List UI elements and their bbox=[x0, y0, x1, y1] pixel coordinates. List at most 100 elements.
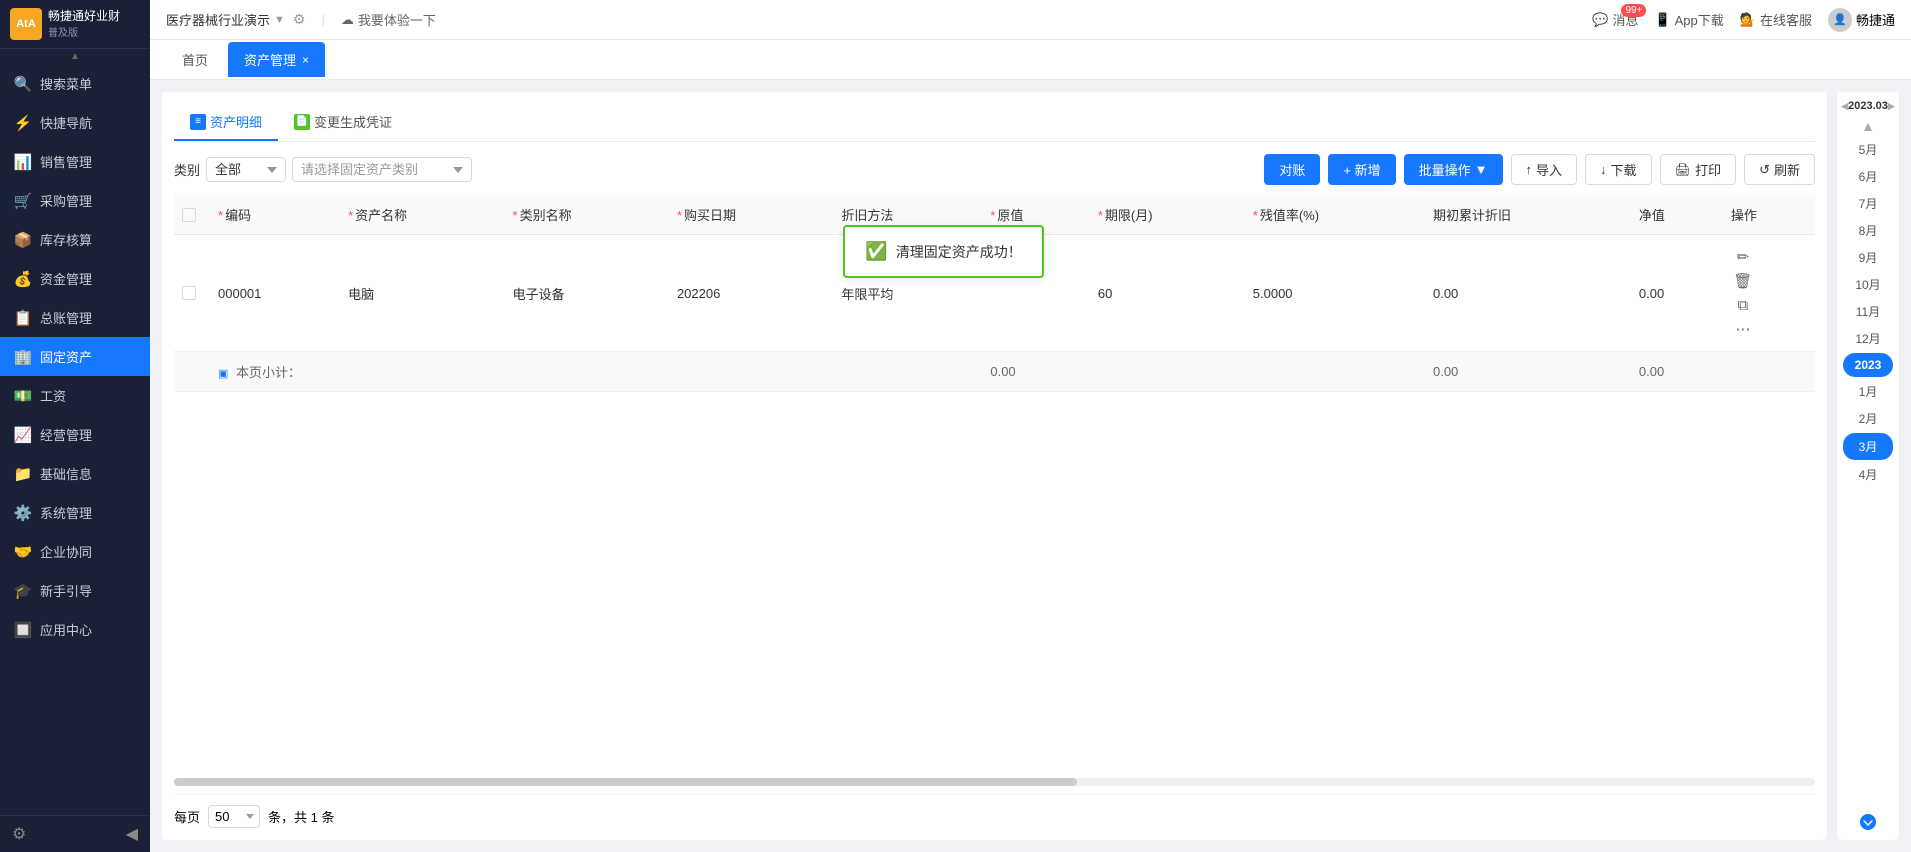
sidebar-item-finance[interactable]: 💰 资金管理 bbox=[0, 259, 150, 298]
sidebar: AtA 畅捷通好业财 普及版 ▲ 🔍 搜索菜单 ⚡ 快捷导航 📊 销售管理 🛒 … bbox=[0, 0, 150, 852]
sidebar-item-salary[interactable]: 💵 工资 bbox=[0, 376, 150, 415]
th-checkbox bbox=[174, 195, 210, 235]
td-residual-rate: 5.0000 bbox=[1245, 235, 1425, 352]
import-button[interactable]: ↑ 导入 bbox=[1511, 154, 1578, 185]
sidebar-scroll-up[interactable]: ▲ bbox=[0, 49, 150, 64]
sidebar-item-ledger[interactable]: 📋 总账管理 bbox=[0, 298, 150, 337]
timeline-item-12[interactable]: 12月 bbox=[1837, 325, 1899, 352]
timeline-scroll-up[interactable]: ▲ bbox=[1859, 116, 1877, 136]
row-checkbox[interactable] bbox=[182, 286, 196, 300]
th-initial-accumulated: 期初累计折旧 bbox=[1425, 195, 1631, 235]
sidebar-item-basic-info[interactable]: 📁 基础信息 bbox=[0, 454, 150, 493]
td-code: 000001 bbox=[210, 235, 340, 352]
new-button[interactable]: + 新增 bbox=[1328, 154, 1395, 185]
reconcile-button[interactable]: 对账 bbox=[1264, 154, 1320, 185]
sub-tabs: ≡ 资产明细 📄 变更生成凭证 bbox=[174, 104, 1815, 142]
batch-button[interactable]: 批量操作 ▼ bbox=[1404, 154, 1503, 185]
timeline-item-7[interactable]: 7月 bbox=[1837, 190, 1899, 217]
horizontal-scrollbar-area bbox=[174, 770, 1815, 794]
topbar: 医疗器械行业演示 ▼ ⚙ | ☁ 我要体验一下 💬 消息 99+ 📱 App下载… bbox=[150, 0, 1911, 40]
refresh-button[interactable]: ↺ 刷新 bbox=[1744, 154, 1815, 185]
sidebar-item-collab[interactable]: 🤝 企业协同 bbox=[0, 532, 150, 571]
timeline-item-year[interactable]: 2023 bbox=[1843, 353, 1893, 377]
timeline-item-9[interactable]: 9月 bbox=[1837, 244, 1899, 271]
filter-group: 类别 全部 请选择固定资产类别 bbox=[174, 157, 472, 182]
online-service-btn[interactable]: 💁 在线客服 bbox=[1740, 10, 1812, 29]
user-avatar: 👤 bbox=[1828, 8, 1852, 32]
more-icon[interactable]: ⋯ bbox=[1731, 317, 1755, 341]
service-icon: 💁 bbox=[1740, 12, 1756, 28]
tab-close-icon[interactable]: × bbox=[302, 53, 309, 67]
timeline-panel: ◀ 2023.03 ▶ ▲ 5月 6月 7月 8月 9月 10月 11月 12月… bbox=[1837, 92, 1899, 840]
td-net-value: 0.00 bbox=[1631, 235, 1723, 352]
sidebar-item-operations[interactable]: 📈 经营管理 bbox=[0, 415, 150, 454]
select-all-checkbox[interactable] bbox=[182, 208, 196, 222]
asset-category-select[interactable]: 请选择固定资产类别 bbox=[292, 157, 472, 182]
td-purchase-date: 202206 bbox=[669, 235, 833, 352]
category-filter-select[interactable]: 全部 bbox=[206, 157, 286, 182]
guide-icon: 🎓 bbox=[14, 582, 32, 600]
timeline-expand-icon[interactable]: ▶ bbox=[1888, 101, 1895, 112]
sub-tab-asset-detail[interactable]: ≡ 资产明细 bbox=[174, 104, 278, 141]
sidebar-item-inventory[interactable]: 📦 库存核算 bbox=[0, 220, 150, 259]
sidebar-item-system[interactable]: ⚙️ 系统管理 bbox=[0, 493, 150, 532]
sidebar-item-purchase[interactable]: 🛒 采购管理 bbox=[0, 181, 150, 220]
timeline-item-11[interactable]: 11月 bbox=[1837, 298, 1899, 325]
success-toast-message: 清理固定资产成功！ bbox=[896, 242, 1022, 262]
message-btn[interactable]: 💬 消息 99+ bbox=[1592, 10, 1638, 29]
sidebar-item-app-center[interactable]: 🔲 应用中心 bbox=[0, 610, 150, 649]
sidebar-item-guide[interactable]: 🎓 新手引导 bbox=[0, 571, 150, 610]
sales-icon: 📊 bbox=[14, 153, 32, 171]
timeline-item-10[interactable]: 10月 bbox=[1837, 271, 1899, 298]
timeline-item-5[interactable]: 5月 bbox=[1837, 136, 1899, 163]
sidebar-item-sales[interactable]: 📊 销售管理 bbox=[0, 142, 150, 181]
experience-btn[interactable]: ☁ 我要体验一下 bbox=[341, 10, 436, 29]
edit-icon[interactable]: ✏ bbox=[1731, 245, 1755, 269]
toolbar-right: 对账 + 新增 批量操作 ▼ ↑ 导入 ↓ 下载 bbox=[1264, 154, 1815, 185]
download-button[interactable]: ↓ 下载 bbox=[1585, 154, 1652, 185]
sidebar-item-search[interactable]: 🔍 搜索菜单 bbox=[0, 64, 150, 103]
timeline-collapse-icon[interactable]: ◀ bbox=[1841, 101, 1848, 112]
sidebar-item-fixed-assets[interactable]: 🏢 固定资产 bbox=[0, 337, 150, 376]
print-button[interactable]: 🖨 打印 bbox=[1660, 154, 1737, 185]
settings-gear-icon[interactable]: ⚙ bbox=[293, 11, 306, 28]
voucher-icon: 📄 bbox=[294, 114, 310, 130]
timeline-header: ◀ 2023.03 ▶ bbox=[1837, 96, 1899, 116]
import-icon: ↑ bbox=[1526, 162, 1533, 177]
timeline-item-6[interactable]: 6月 bbox=[1837, 163, 1899, 190]
delete-icon[interactable]: 🗑 bbox=[1731, 269, 1755, 293]
sidebar-item-quick-nav[interactable]: ⚡ 快捷导航 bbox=[0, 103, 150, 142]
timeline-item-8[interactable]: 8月 bbox=[1837, 217, 1899, 244]
company-selector[interactable]: 医疗器械行业演示 ▼ ⚙ bbox=[166, 10, 305, 29]
fixed-assets-icon: 🏢 bbox=[14, 348, 32, 366]
message-icon: 💬 bbox=[1592, 12, 1608, 28]
sub-tab-voucher[interactable]: 📄 变更生成凭证 bbox=[278, 104, 408, 141]
timeline-item-4[interactable]: 4月 bbox=[1837, 461, 1899, 488]
timeline-item-current-3[interactable]: 3月 bbox=[1843, 433, 1893, 460]
collapse-icon[interactable]: ◀ bbox=[126, 824, 138, 844]
tab-home[interactable]: 首页 bbox=[166, 42, 224, 77]
per-page-label: 每页 bbox=[174, 807, 200, 826]
sidebar-nav: 🔍 搜索菜单 ⚡ 快捷导航 📊 销售管理 🛒 采购管理 📦 库存核算 💰 资金管… bbox=[0, 64, 150, 815]
inventory-icon: 📦 bbox=[14, 231, 32, 249]
th-net-value: 净值 bbox=[1631, 195, 1723, 235]
asset-table-wrapper: *编码 *资产名称 *类别名称 *购买日期 折旧方法 *原值 *期限(月) *残… bbox=[174, 195, 1815, 770]
success-toast: ✅ 清理固定资产成功！ bbox=[843, 225, 1043, 278]
batch-dropdown-icon: ▼ bbox=[1475, 162, 1488, 177]
pagination: 每页 50 100 条，共 1 条 bbox=[174, 794, 1815, 828]
timeline-item-1[interactable]: 1月 bbox=[1837, 378, 1899, 405]
tabbar: 首页 资产管理 × bbox=[150, 40, 1911, 80]
topbar-right: 💬 消息 99+ 📱 App下载 💁 在线客服 👤 畅捷通 bbox=[1592, 8, 1895, 32]
app-download-btn[interactable]: 📱 App下载 bbox=[1654, 10, 1723, 29]
timeline-down-arrow-icon bbox=[1859, 813, 1877, 831]
subtotal-row: ▣ 本页小计： 0.00 0.00 0.00 bbox=[174, 352, 1815, 392]
td-action: ✏ 🗑 ⧉ ⋯ bbox=[1723, 235, 1815, 352]
tab-asset-management[interactable]: 资产管理 × bbox=[228, 42, 325, 77]
per-page-select[interactable]: 50 100 bbox=[208, 805, 260, 828]
settings-icon[interactable]: ⚙ bbox=[12, 824, 26, 844]
copy-icon[interactable]: ⧉ bbox=[1731, 293, 1755, 317]
timeline-scroll-down[interactable] bbox=[1857, 811, 1879, 836]
user-menu[interactable]: 👤 畅捷通 bbox=[1828, 8, 1895, 32]
timeline-item-2[interactable]: 2月 bbox=[1837, 405, 1899, 432]
horizontal-scrollbar[interactable] bbox=[174, 778, 1815, 786]
